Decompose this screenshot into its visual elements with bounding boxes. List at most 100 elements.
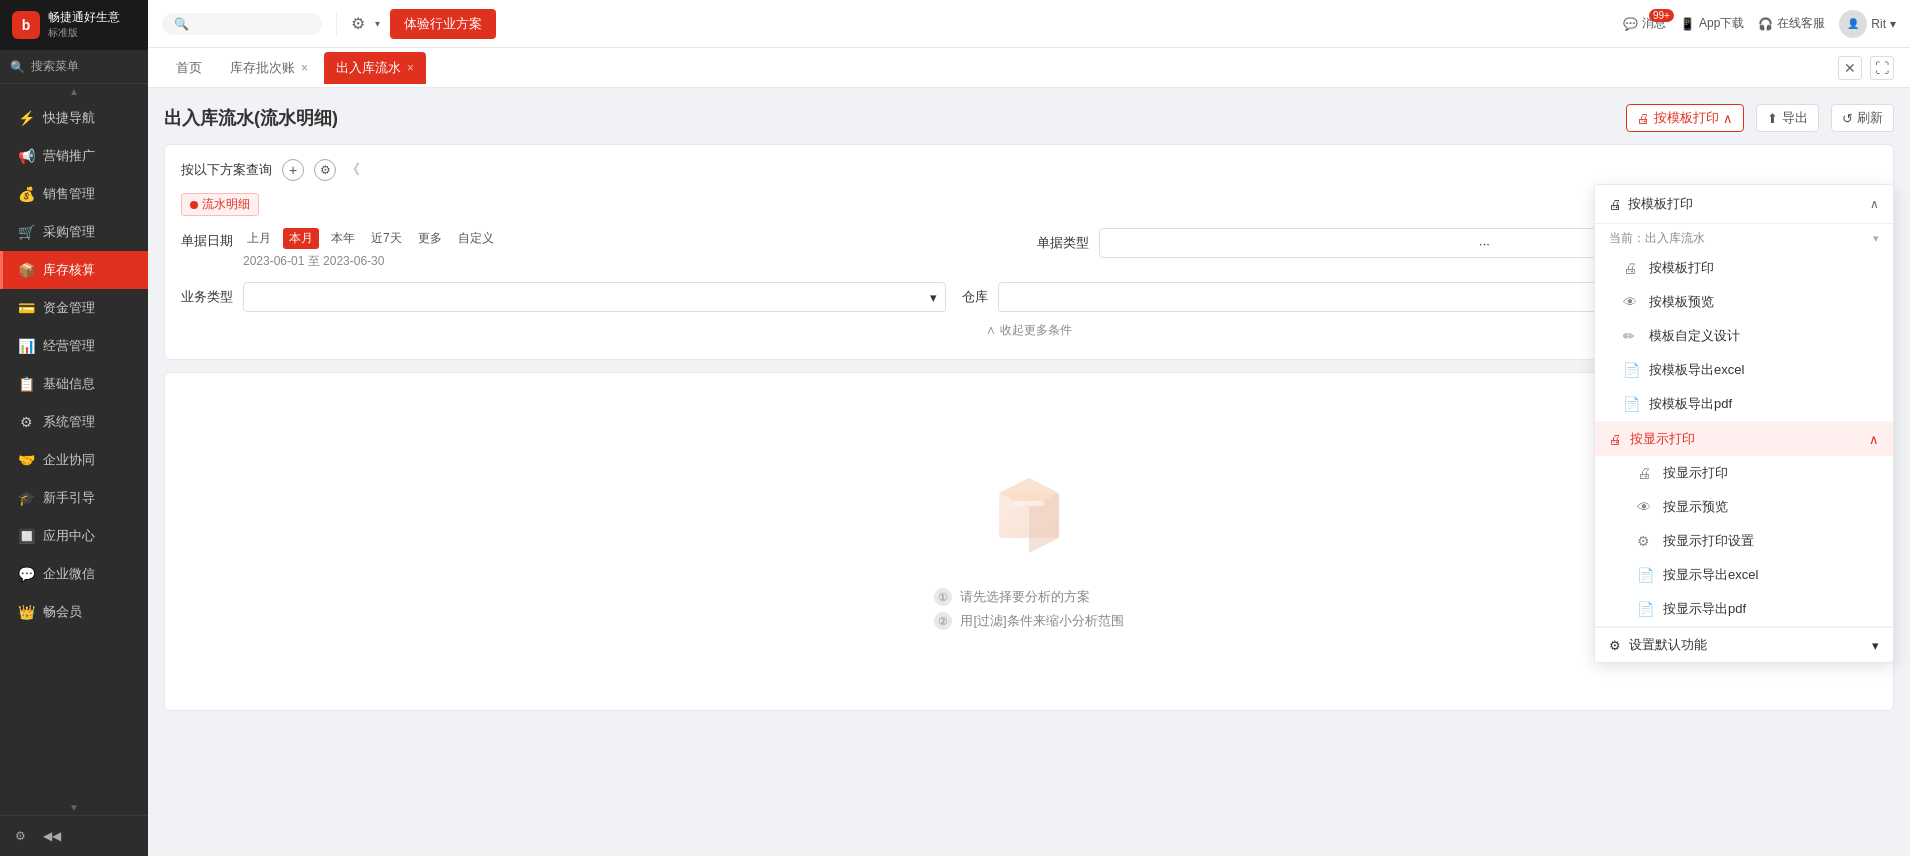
panel-item-display-print[interactable]: 🖨 按显示打印 xyxy=(1595,456,1893,490)
purchase-label: 采购管理 xyxy=(43,223,95,241)
industry-btn[interactable]: 体验行业方案 xyxy=(390,9,496,39)
panel-item-display-excel[interactable]: 📄 按显示导出excel xyxy=(1595,558,1893,592)
sidebar-settings-btn[interactable]: ⚙ xyxy=(10,826,30,846)
app-download-btn[interactable]: 📱 App下载 xyxy=(1680,15,1744,32)
basic-label: 基础信息 xyxy=(43,375,95,393)
service-icon: 🎧 xyxy=(1758,17,1773,31)
dropdown-panel-header: 🖨 按模板打印 ∧ xyxy=(1595,185,1893,224)
date-tab-more[interactable]: 更多 xyxy=(414,228,446,249)
filter-add-btn[interactable]: + xyxy=(282,159,304,181)
search-menu-item[interactable]: 🔍 搜索菜单 xyxy=(0,50,148,84)
template-excel-icon: 📄 xyxy=(1623,362,1639,378)
tip-1-text: 请先选择要分析的方案 xyxy=(960,588,1090,606)
sales-icon: 💰 xyxy=(17,186,35,202)
member-label: 畅会员 xyxy=(43,603,82,621)
print-expand-icon: ∧ xyxy=(1723,111,1733,126)
tip-2-num: ② xyxy=(934,612,952,630)
panel-item-template-custom[interactable]: ✏ 模板自定义设计 xyxy=(1595,319,1893,353)
message-btn[interactable]: 💬 消息 99+ xyxy=(1623,15,1666,32)
scroll-up-btn[interactable]: ▲ xyxy=(0,84,148,99)
panel-item-display-preview[interactable]: 👁 按显示预览 xyxy=(1595,490,1893,524)
panel-item-display-print-settings[interactable]: ⚙ 按显示打印设置 xyxy=(1595,524,1893,558)
tab-flow-label: 出入库流水 xyxy=(336,59,401,77)
print-icon: 🖨 xyxy=(1637,111,1650,126)
date-tab-current-month[interactable]: 本月 xyxy=(283,228,319,249)
tab-batch-account[interactable]: 库存批次账 × xyxy=(218,52,320,84)
user-avatar-area[interactable]: 👤 Rit ▾ xyxy=(1839,10,1896,38)
message-icon: 💬 xyxy=(1623,17,1638,31)
doc-type-more[interactable]: ··· xyxy=(1479,236,1490,251)
tab-home[interactable]: 首页 xyxy=(164,52,214,84)
date-tab-current-year[interactable]: 本年 xyxy=(327,228,359,249)
panel-collapse-icon[interactable]: ∧ xyxy=(1870,197,1879,211)
filter-tag[interactable]: 流水明细 xyxy=(181,193,259,216)
sidebar-collapse-btn[interactable]: ◀◀ xyxy=(42,826,62,846)
user-avatar: 👤 xyxy=(1839,10,1867,38)
sidebar-item-quick-nav[interactable]: ⚡ 快捷导航 xyxy=(0,99,148,137)
user-label: Rit xyxy=(1871,17,1886,31)
sidebar-item-sales[interactable]: 💰 销售管理 xyxy=(0,175,148,213)
template-custom-icon: ✏ xyxy=(1623,328,1639,344)
display-section-expand[interactable]: ∧ xyxy=(1869,432,1879,447)
sidebar-item-system[interactable]: ⚙ 系统管理 xyxy=(0,403,148,441)
panel-item-template-pdf[interactable]: 📄 按模板导出pdf xyxy=(1595,387,1893,421)
sidebar-item-marketing[interactable]: 📢 营销推广 xyxy=(0,137,148,175)
date-filter-group: 单据日期 上月 本月 本年 近7天 更多 自定义 2023-06-01 至 20… xyxy=(181,228,1021,270)
tab-flow-close[interactable]: × xyxy=(407,61,414,75)
default-function-expand[interactable]: ▾ xyxy=(1872,638,1879,653)
operations-icon: 📊 xyxy=(17,338,35,354)
display-section-header[interactable]: 🖨 按显示打印 ∧ xyxy=(1595,422,1893,456)
template-preview-label: 按模板预览 xyxy=(1649,293,1714,311)
display-preview-label: 按显示预览 xyxy=(1663,498,1728,516)
date-tab-custom[interactable]: 自定义 xyxy=(454,228,498,249)
gear-settings-icon[interactable]: ⚙ xyxy=(351,14,365,33)
tab-close-all-btn[interactable]: ✕ xyxy=(1838,56,1862,80)
default-function-icon: ⚙ xyxy=(1609,638,1621,653)
export-label: 导出 xyxy=(1782,109,1808,127)
panel-item-template-print[interactable]: 🖨 按模板打印 xyxy=(1595,251,1893,285)
scroll-down-btn[interactable]: ▼ xyxy=(0,800,148,815)
biz-type-select[interactable]: ▾ xyxy=(243,282,946,312)
sidebar-item-purchase[interactable]: 🛒 采购管理 xyxy=(0,213,148,251)
default-function-item[interactable]: ⚙ 设置默认功能 ▾ xyxy=(1595,627,1893,662)
sidebar-item-operations[interactable]: 📊 经营管理 xyxy=(0,327,148,365)
quick-nav-label: 快捷导航 xyxy=(43,109,95,127)
date-tab-last-month[interactable]: 上月 xyxy=(243,228,275,249)
sidebar-item-member[interactable]: 👑 畅会员 xyxy=(0,593,148,631)
sidebar-item-enterprise[interactable]: 🤝 企业协同 xyxy=(0,441,148,479)
sidebar-item-finance[interactable]: 💳 资金管理 xyxy=(0,289,148,327)
sidebar-item-wechat[interactable]: 💬 企业微信 xyxy=(0,555,148,593)
date-tabs: 上月 本月 本年 近7天 更多 自定义 xyxy=(243,228,498,249)
search-menu-label: 搜索菜单 xyxy=(31,58,79,75)
filter-settings-btn[interactable]: ⚙ xyxy=(314,159,336,181)
refresh-btn[interactable]: ↺ 刷新 xyxy=(1831,104,1894,132)
header-dropdown-arrow[interactable]: ▾ xyxy=(375,18,380,29)
panel-item-template-preview[interactable]: 👁 按模板预览 xyxy=(1595,285,1893,319)
sidebar-item-inventory[interactable]: 📦 库存核算 xyxy=(0,251,148,289)
guide-icon: 🎓 xyxy=(17,490,35,506)
sidebar-item-guide[interactable]: 🎓 新手引导 xyxy=(0,479,148,517)
search-icon: 🔍 xyxy=(10,60,25,74)
divider xyxy=(336,12,337,36)
panel-item-template-excel[interactable]: 📄 按模板导出excel xyxy=(1595,353,1893,387)
date-range-display: 2023-06-01 至 2023-06-30 xyxy=(243,253,498,270)
page-actions: 🖨 按模板打印 ∧ ⬆ 导出 ↺ 刷新 xyxy=(1626,104,1894,132)
date-tab-last-7-days[interactable]: 近7天 xyxy=(367,228,406,249)
service-btn[interactable]: 🎧 在线客服 xyxy=(1758,15,1825,32)
display-excel-icon: 📄 xyxy=(1637,567,1653,583)
sidebar-nav: ⚡ 快捷导航 📢 营销推广 💰 销售管理 🛒 采购管理 📦 库存核算 💳 资金管… xyxy=(0,99,148,800)
display-section-title-area: 🖨 按显示打印 xyxy=(1609,430,1695,448)
logo-text-area: 畅捷通好生意 标准版 xyxy=(48,10,120,40)
tab-fullscreen-btn[interactable]: ⛶ xyxy=(1870,56,1894,80)
current-expand-icon[interactable]: ▾ xyxy=(1873,232,1879,245)
header-search[interactable]: 🔍 xyxy=(162,13,322,35)
export-btn[interactable]: ⬆ 导出 xyxy=(1756,104,1819,132)
tab-flow[interactable]: 出入库流水 × xyxy=(324,52,426,84)
panel-item-display-pdf[interactable]: 📄 按显示导出pdf xyxy=(1595,592,1893,626)
filter-collapse-btn[interactable]: 《 xyxy=(346,161,360,179)
sidebar-item-app-center[interactable]: 🔲 应用中心 xyxy=(0,517,148,555)
tab-batch-account-close[interactable]: × xyxy=(301,61,308,75)
print-template-btn[interactable]: 🖨 按模板打印 ∧ xyxy=(1626,104,1744,132)
sidebar-item-basic[interactable]: 📋 基础信息 xyxy=(0,365,148,403)
display-section-icon: 🖨 xyxy=(1609,432,1622,447)
